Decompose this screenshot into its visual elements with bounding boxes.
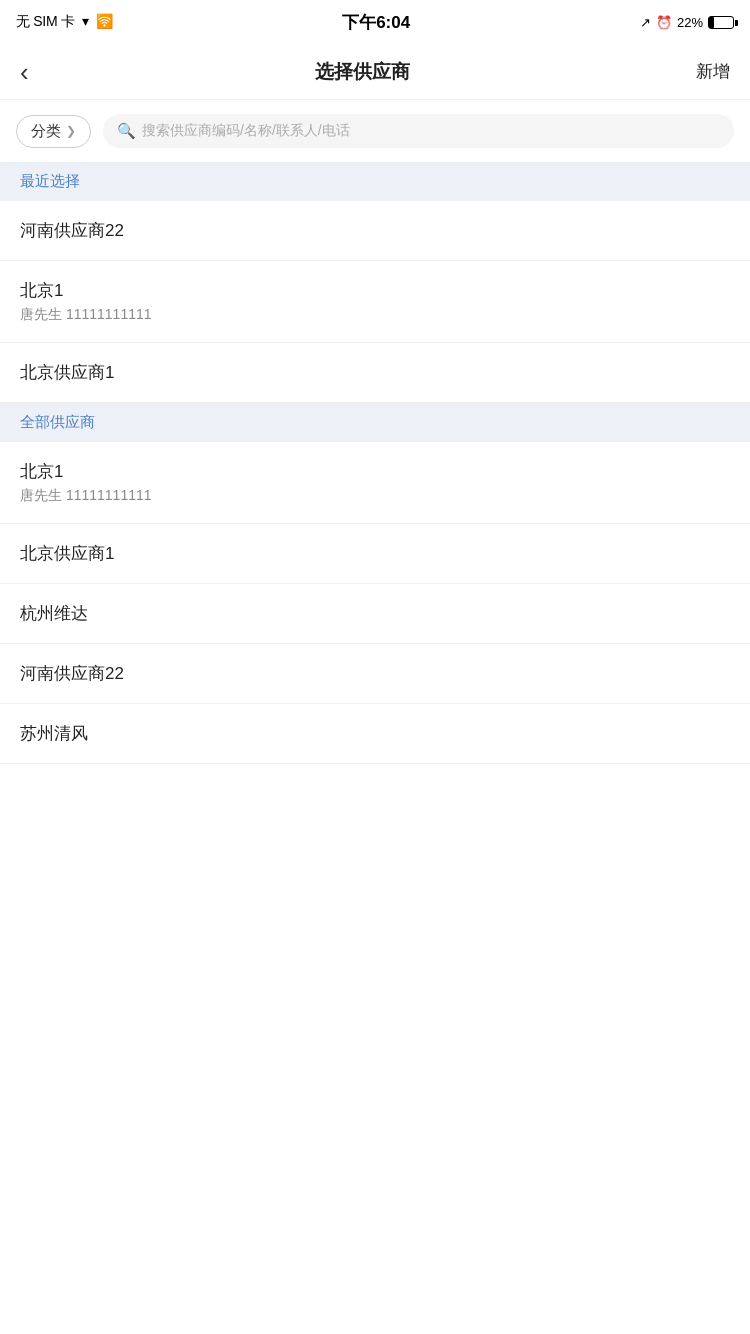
- location-icon: ↗: [640, 15, 651, 30]
- alarm-icon: ⏰: [656, 15, 672, 30]
- search-icon: 🔍: [117, 122, 136, 140]
- supplier-name: 北京1: [20, 460, 730, 483]
- status-bar: 无 SIM 卡 ▾ 🛜 下午6:04 ↗ ⏰ 22%: [0, 0, 750, 44]
- recent-section-header: 最近选择: [0, 162, 750, 201]
- status-time: 下午6:04: [342, 11, 410, 34]
- chevron-right-icon: ❯: [66, 124, 76, 138]
- supplier-contact: 唐先生 11111111111: [20, 487, 730, 505]
- battery-icon: [708, 16, 734, 29]
- supplier-name: 北京供应商1: [20, 361, 730, 384]
- search-box[interactable]: 🔍 搜索供应商编码/名称/联系人/电话: [103, 114, 734, 148]
- list-item[interactable]: 北京1 唐先生 11111111111: [0, 261, 750, 343]
- list-item[interactable]: 北京1 唐先生 11111111111: [0, 442, 750, 524]
- search-input[interactable]: 搜索供应商编码/名称/联系人/电话: [142, 122, 720, 140]
- supplier-name: 河南供应商22: [20, 219, 730, 242]
- list-item[interactable]: 杭州维达: [0, 584, 750, 644]
- recent-section-label: 最近选择: [20, 172, 80, 189]
- nav-bar: ‹ 选择供应商 新增: [0, 44, 750, 100]
- list-item[interactable]: 河南供应商22: [0, 644, 750, 704]
- category-label: 分类: [31, 122, 61, 141]
- all-items-list: 北京1 唐先生 11111111111 北京供应商1 杭州维达 河南供应商22 …: [0, 442, 750, 764]
- battery-percentage: 22%: [677, 15, 703, 30]
- back-button[interactable]: ‹: [20, 59, 29, 85]
- filter-row: 分类 ❯ 🔍 搜索供应商编码/名称/联系人/电话: [0, 100, 750, 162]
- all-section-header: 全部供应商: [0, 403, 750, 442]
- supplier-name: 北京供应商1: [20, 542, 730, 565]
- supplier-name: 杭州维达: [20, 602, 730, 625]
- list-item[interactable]: 河南供应商22: [0, 201, 750, 261]
- add-button[interactable]: 新增: [696, 60, 730, 83]
- all-section-label: 全部供应商: [20, 413, 95, 430]
- list-item[interactable]: 苏州清风: [0, 704, 750, 764]
- supplier-name: 河南供应商22: [20, 662, 730, 685]
- category-button[interactable]: 分类 ❯: [16, 115, 91, 148]
- recent-items-list: 河南供应商22 北京1 唐先生 11111111111 北京供应商1: [0, 201, 750, 403]
- status-right: ↗ ⏰ 22%: [640, 15, 734, 30]
- list-item[interactable]: 北京供应商1: [0, 524, 750, 584]
- status-left: 无 SIM 卡 ▾ 🛜: [16, 13, 112, 31]
- supplier-contact: 唐先生 11111111111: [20, 306, 730, 324]
- list-item[interactable]: 北京供应商1: [0, 343, 750, 403]
- supplier-name: 苏州清风: [20, 722, 730, 745]
- supplier-name: 北京1: [20, 279, 730, 302]
- page-title: 选择供应商: [315, 59, 410, 85]
